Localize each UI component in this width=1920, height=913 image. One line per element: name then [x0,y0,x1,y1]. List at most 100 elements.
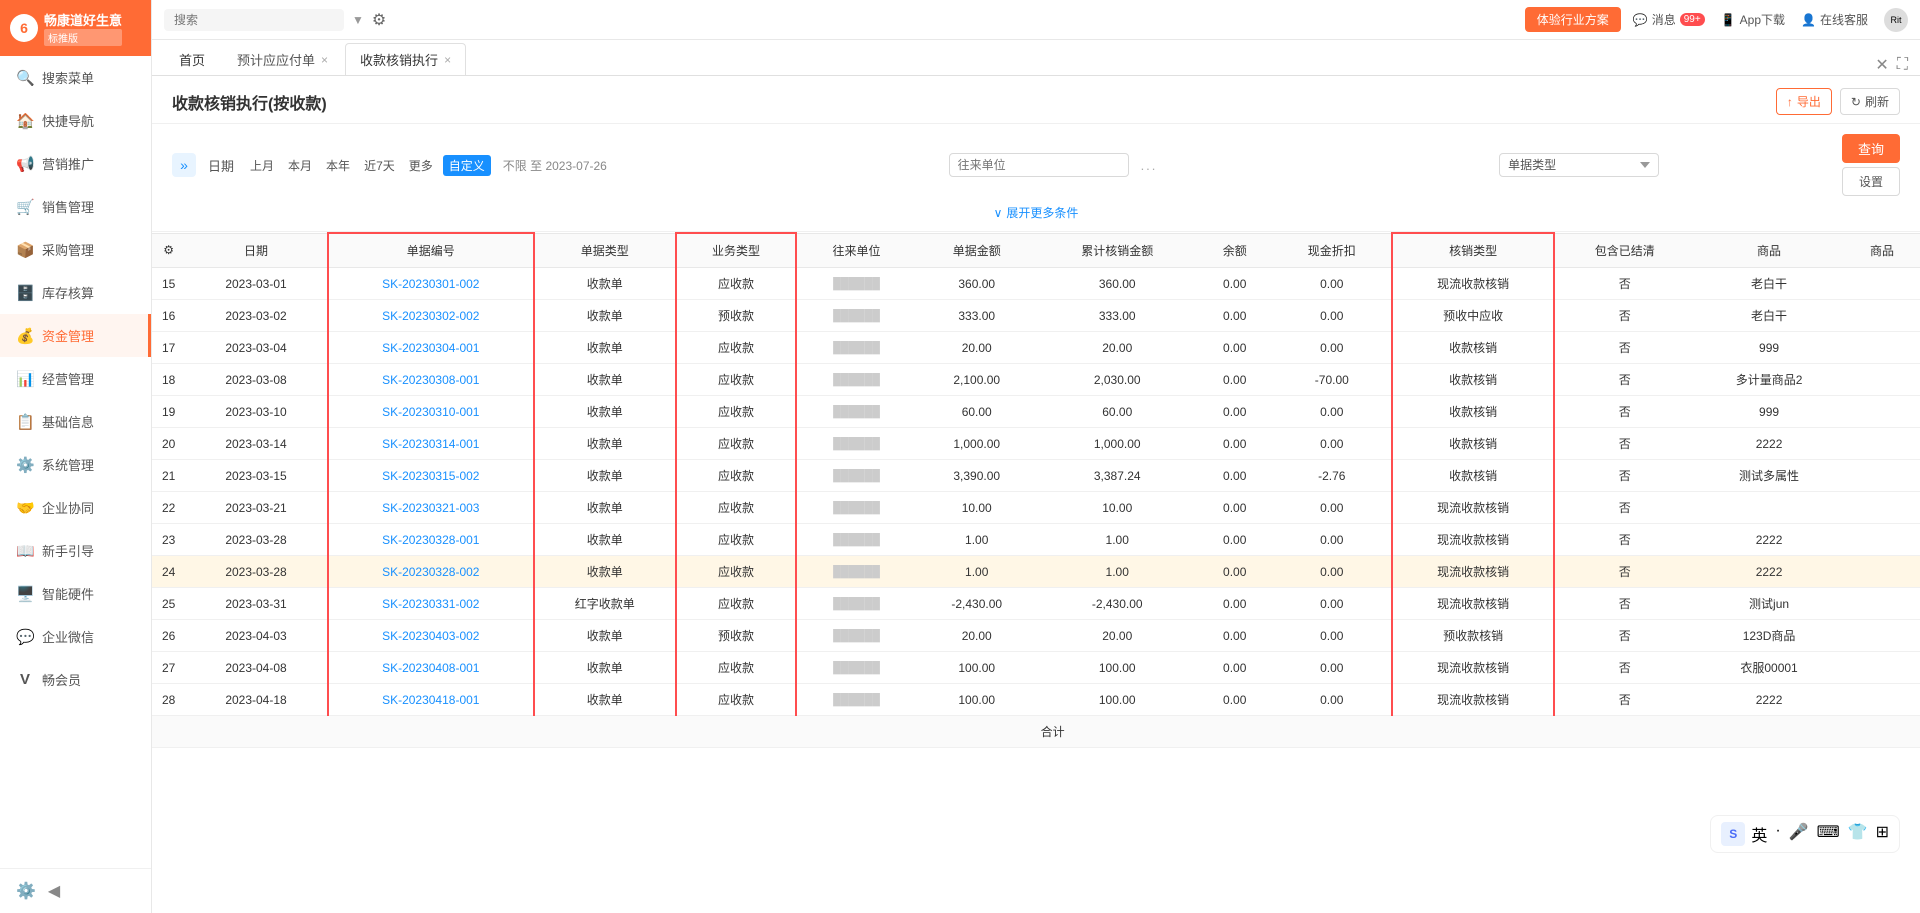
sidebar-item-wechat[interactable]: 💬 企业微信 [0,615,151,658]
cell-product: 测试jun [1694,588,1844,620]
cell-date: 2023-03-15 [185,460,327,492]
sidebar-settings-icon[interactable]: ⚙️ [16,881,36,901]
cell-no: 15 [152,268,185,300]
voucher-no-link[interactable]: SK-20230408-001 [382,661,479,675]
expand-more-conditions-button[interactable]: ∨ 展开更多条件 [994,204,1079,221]
topbar-message-btn[interactable]: 💬 消息 99+ [1633,11,1705,28]
topbar-right: 💬 消息 99+ 📱 App下载 👤 在线客服 Rit [1633,8,1908,32]
cell-cumulative: 2,030.00 [1038,364,1197,396]
th-settings[interactable]: ⚙ [152,233,185,268]
voucher-no-link[interactable]: SK-20230418-001 [382,693,479,707]
tab-write-off-close-icon[interactable]: × [444,53,451,67]
sidebar-item-label: 新手引导 [42,541,94,560]
voucher-no-link[interactable]: SK-20230328-001 [382,533,479,547]
sidebar-item-system[interactable]: ⚙️ 系统管理 [0,443,151,486]
sidebar-item-basic[interactable]: 📋 基础信息 [0,400,151,443]
system-icon: ⚙️ [16,456,34,474]
service-icon: 👤 [1801,13,1816,27]
tab-home[interactable]: 首页 [164,43,220,75]
voucher-no-link[interactable]: SK-20230403-002 [382,629,479,643]
date-shortcut-last-month[interactable]: 上月 [246,155,278,176]
partner-filter-input[interactable] [949,153,1129,177]
topbar-app-btn[interactable]: 📱 App下载 [1721,11,1785,28]
cell-date: 2023-04-18 [185,684,327,716]
member-icon: V [16,671,34,688]
topbar-industry-btn[interactable]: 体验行业方案 [1525,7,1621,32]
cell-date: 2023-03-28 [185,556,327,588]
sidebar-collapse-icon[interactable]: ◀ [48,881,60,901]
cell-business-type: 预收款 [676,300,797,332]
sidebar-item-label: 经营管理 [42,369,94,388]
date-shortcut-custom[interactable]: 自定义 [443,155,491,176]
watermark-english-icon[interactable]: 英 [1751,822,1767,846]
sidebar-item-member[interactable]: V 畅会员 [0,658,151,701]
cell-product2 [1844,524,1920,556]
cell-product2 [1844,268,1920,300]
sidebar-item-quick-nav[interactable]: 🏠 快捷导航 [0,99,151,142]
voucher-no-link[interactable]: SK-20230331-002 [382,597,479,611]
cell-balance: 0.00 [1197,428,1273,460]
tab-write-off[interactable]: 收款核销执行 × [345,43,466,75]
logo-tag: 标推版 [44,29,122,46]
sidebar-item-operation[interactable]: 📊 经营管理 [0,357,151,400]
sidebar-item-purchase[interactable]: 📦 采购管理 [0,228,151,271]
cell-amount: 333.00 [916,300,1038,332]
cell-balance: 0.00 [1197,524,1273,556]
query-button[interactable]: 查询 [1842,134,1900,163]
tab-close-all-icon[interactable]: ✕ [1875,55,1888,75]
topbar-service-btn[interactable]: 👤 在线客服 [1801,11,1868,28]
watermark-keyboard-icon[interactable]: ⌨ [1817,822,1840,846]
voucher-no-link[interactable]: SK-20230310-001 [382,405,479,419]
watermark-mic-icon[interactable]: 🎤 [1789,822,1809,846]
voucher-no-link[interactable]: SK-20230321-003 [382,501,479,515]
date-shortcut-7days[interactable]: 近7天 [360,155,399,176]
tab-maximize-icon[interactable]: ⛶ [1897,56,1908,74]
logo-icon-text: 6 [20,20,28,36]
sidebar-item-label: 畅会员 [42,670,81,689]
topbar-user-avatar[interactable]: Rit [1884,8,1908,32]
cell-date: 2023-03-02 [185,300,327,332]
sidebar-item-guide[interactable]: 📖 新手引导 [0,529,151,572]
sidebar-item-marketing[interactable]: 📢 营销推广 [0,142,151,185]
voucher-no-link[interactable]: SK-20230315-002 [382,469,479,483]
sidebar-item-inventory[interactable]: 🗄️ 库存核算 [0,271,151,314]
watermark-shirt-icon[interactable]: 👕 [1848,822,1868,846]
table-row: 24 2023-03-28 SK-20230328-002 收款单 应收款 ██… [152,556,1920,588]
voucher-no-link[interactable]: SK-20230314-001 [382,437,479,451]
cell-cash-discount: 0.00 [1273,588,1392,620]
voucher-type-select[interactable]: 单据类型 [1499,153,1659,177]
cell-include-settled: 否 [1554,332,1694,364]
sidebar-item-sales[interactable]: 🛒 销售管理 [0,185,151,228]
voucher-no-link[interactable]: SK-20230308-001 [382,373,479,387]
refresh-button[interactable]: ↻ 刷新 [1840,88,1900,115]
watermark-dot-icon[interactable]: · [1775,822,1780,846]
filter-settings-button[interactable]: 设置 [1842,167,1900,196]
voucher-no-link[interactable]: SK-20230304-001 [382,341,479,355]
date-shortcut-this-year[interactable]: 本年 [322,155,354,176]
date-shortcut-more[interactable]: 更多 [405,155,437,176]
cell-date: 2023-03-04 [185,332,327,364]
filter-expand-button[interactable]: » [172,153,196,177]
voucher-no-link[interactable]: SK-20230301-002 [382,277,479,291]
date-shortcut-this-month[interactable]: 本月 [284,155,316,176]
sidebar-item-search[interactable]: 🔍 搜索菜单 [0,56,151,99]
voucher-no-link[interactable]: SK-20230302-002 [382,309,479,323]
watermark-grid-icon[interactable]: ⊞ [1876,822,1889,846]
voucher-no-link[interactable]: SK-20230328-002 [382,565,479,579]
tab-bar: 首页 预计应应付单 × 收款核销执行 × ✕ ⛶ [152,40,1920,76]
topbar-search-input[interactable] [164,9,344,31]
footer-spacer [152,716,185,748]
table-wrapper[interactable]: ⚙ 日期 单据编号 单据类型 业务类型 往来单位 单据金额 累计核销金额 余额 … [152,232,1920,913]
tab-prepay[interactable]: 预计应应付单 × [222,43,343,75]
cell-product: 测试多属性 [1694,460,1844,492]
cell-partner: ██████ [796,652,915,684]
topbar-search-chevron-icon[interactable]: ▼ [352,13,364,27]
tab-prepay-close-icon[interactable]: × [321,53,328,67]
export-button[interactable]: ↑ 导出 [1776,88,1832,115]
topbar-gear-icon[interactable]: ⚙ [372,10,386,30]
cell-amount: 100.00 [916,684,1038,716]
cell-business-type: 应收款 [676,396,797,428]
sidebar-item-capital[interactable]: 💰 资金管理 [0,314,151,357]
sidebar-item-hardware[interactable]: 🖥️ 智能硬件 [0,572,151,615]
sidebar-item-enterprise[interactable]: 🤝 企业协同 [0,486,151,529]
